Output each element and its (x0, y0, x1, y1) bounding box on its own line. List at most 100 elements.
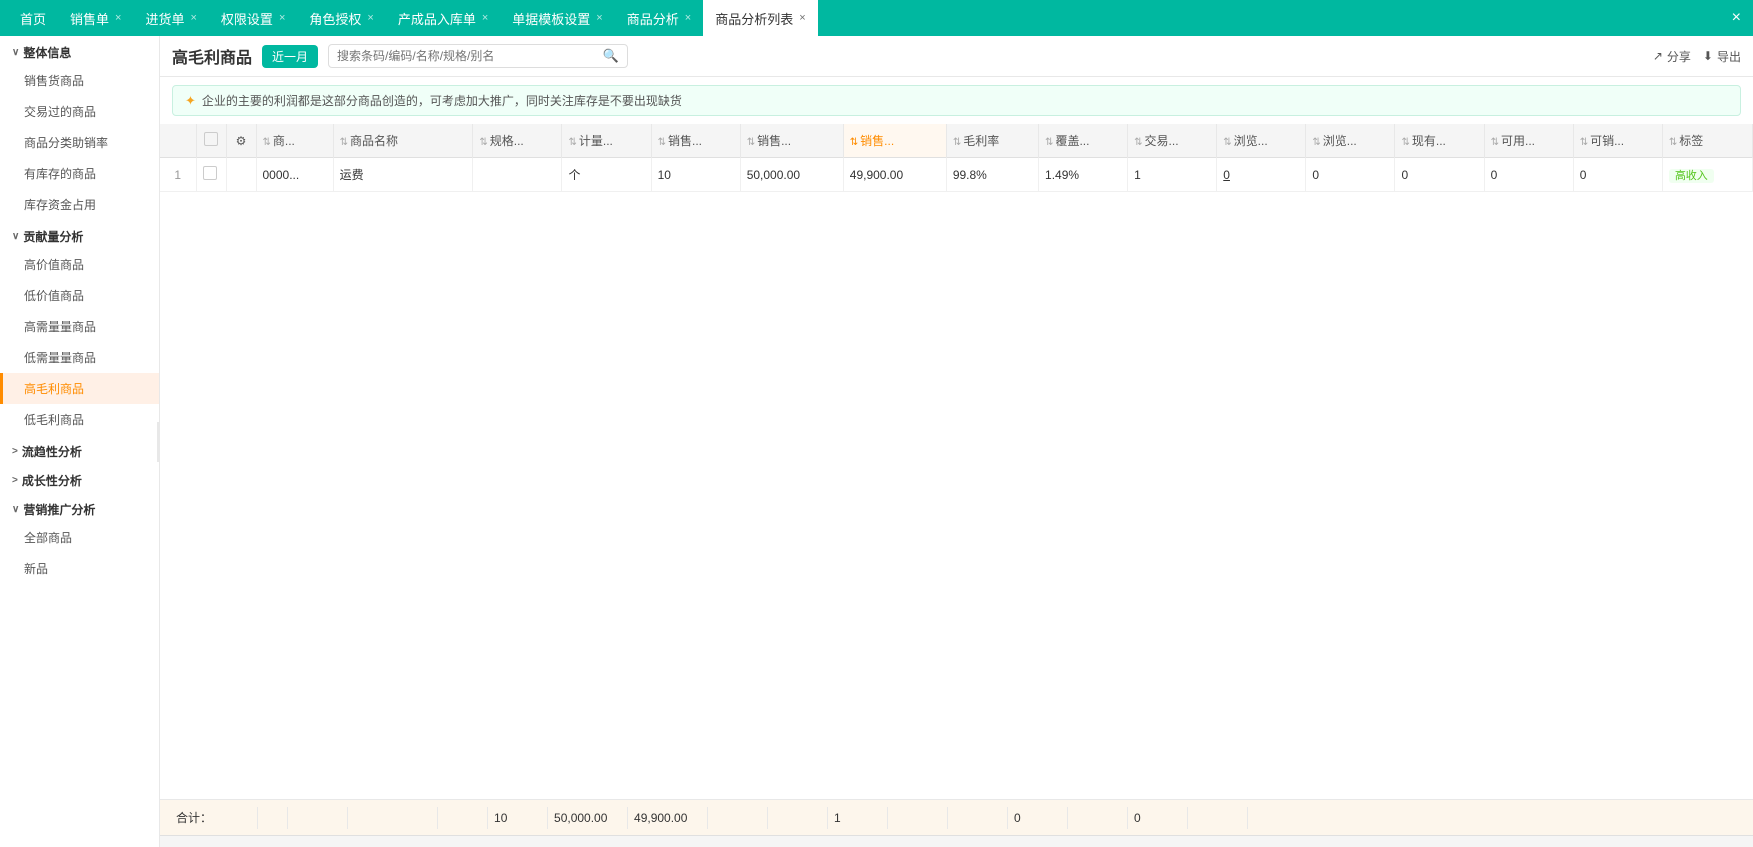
close-tab-products[interactable]: × (482, 12, 488, 24)
sidebar-group-growth-analysis[interactable]: >成长性分析 (0, 464, 159, 493)
cell-spec (473, 158, 562, 192)
cell-code: 0000... (256, 158, 333, 192)
sidebar-item-low-value[interactable]: 低价值商品 (0, 280, 159, 311)
content-header: 高毛利商品 近一月 🔍 ↗ 分享 ⬇ 导出 (160, 36, 1753, 77)
search-input[interactable] (337, 49, 603, 63)
footer-label: 合计： (160, 809, 228, 826)
col-saleable[interactable]: ⇅可销... (1573, 124, 1662, 158)
cell-tag: 高收入 (1662, 158, 1752, 192)
col-name[interactable]: ⇅商品名称 (333, 124, 473, 158)
search-icon[interactable]: 🔍 (603, 48, 619, 64)
cell-checkbox (196, 158, 226, 192)
main-layout: « ∨整体信息销售货商品交易过的商品商品分类助销率有库存的商品库存资金占用∨贡献… (0, 36, 1753, 847)
data-table-container: ⚙ ⇅商... ⇅商品名称 ⇅规格... ⇅计量... ⇅销售... ⇅销售..… (160, 124, 1753, 799)
close-tab-sales[interactable]: × (115, 12, 121, 24)
col-num (160, 124, 196, 158)
info-icon: ✦ (185, 93, 196, 109)
sidebar-item-high-demand[interactable]: 高需量量商品 (0, 311, 159, 342)
close-tab-analysis[interactable]: × (685, 12, 691, 24)
cell-sales-amount: 50,000.00 (740, 158, 843, 192)
col-tag[interactable]: ⇅标签 (1662, 124, 1752, 158)
close-tab-analysis-list[interactable]: × (799, 12, 805, 24)
cell-current-stock: 0 (1395, 158, 1484, 192)
nav-item-sales[interactable]: 销售单× (58, 0, 133, 36)
sidebar-item-high-margin[interactable]: 高毛利商品 (0, 373, 159, 404)
cell-sales-profit: 49,900.00 (843, 158, 946, 192)
sidebar-item-traded-goods[interactable]: 交易过的商品 (0, 96, 159, 127)
sidebar-item-all-goods[interactable]: 全部商品 (0, 522, 159, 553)
info-message: 企业的主要的利润都是这部分商品创造的，可考虑加大推广，同时关注库存是不要出现缺货 (202, 92, 682, 109)
sidebar-item-sales-goods[interactable]: 销售货商品 (0, 65, 159, 96)
export-button[interactable]: ⬇ 导出 (1703, 48, 1741, 65)
info-bar: ✦ 企业的主要的利润都是这部分商品创造的，可考虑加大推广，同时关注库存是不要出现… (172, 85, 1741, 116)
col-coverage[interactable]: ⇅覆盖... (1039, 124, 1128, 158)
col-sales-qty[interactable]: ⇅销售... (651, 124, 740, 158)
sidebar: « ∨整体信息销售货商品交易过的商品商品分类助销率有库存的商品库存资金占用∨贡献… (0, 36, 160, 847)
export-icon: ⬇ (1703, 49, 1713, 63)
sidebar-item-low-demand[interactable]: 低需量量商品 (0, 342, 159, 373)
nav-item-permissions[interactable]: 权限设置× (209, 0, 297, 36)
cell-num: 1 (160, 158, 196, 192)
close-tab-template[interactable]: × (596, 12, 602, 24)
footer-current-stock: 0 (1008, 807, 1068, 829)
top-navigation: 首页销售单×进货单×权限设置×角色授权×产成品入库单×单据模板设置×商品分析×商… (0, 0, 1753, 36)
cell-trade: 1 (1128, 158, 1217, 192)
footer-sales-profit: 49,900.00 (628, 807, 708, 829)
nav-item-home[interactable]: 首页 (8, 0, 58, 36)
close-all-tabs-button[interactable]: × (1728, 5, 1745, 31)
nav-item-purchase[interactable]: 进货单× (133, 0, 208, 36)
col-current-stock[interactable]: ⇅现有... (1395, 124, 1484, 158)
search-box: 🔍 (328, 44, 628, 68)
col-spec[interactable]: ⇅规格... (473, 124, 562, 158)
footer-total: 合计： 10 50,000.00 49,900.00 1 0 0 (160, 799, 1753, 835)
col-available[interactable]: ⇅可用... (1484, 124, 1573, 158)
footer-cells: 10 50,000.00 49,900.00 1 0 0 (228, 807, 1753, 829)
content-area: 高毛利商品 近一月 🔍 ↗ 分享 ⬇ 导出 ✦ 企业的主要的利润都是这部分商品创… (160, 36, 1753, 847)
close-tab-permissions[interactable]: × (279, 12, 285, 24)
nav-item-template[interactable]: 单据模板设置× (500, 0, 614, 36)
footer-saleable: 0 (1128, 807, 1188, 829)
cell-coverage: 1.49% (1039, 158, 1128, 192)
sidebar-group-wealth-analysis[interactable]: ∨贡献量分析 (0, 220, 159, 249)
cell-unit: 个 (562, 158, 651, 192)
sidebar-item-goods-assist[interactable]: 商品分类助销率 (0, 127, 159, 158)
col-trade[interactable]: ⇅交易... (1128, 124, 1217, 158)
nav-item-products[interactable]: 产成品入库单× (386, 0, 500, 36)
footer-sales-amount: 50,000.00 (548, 807, 628, 829)
sidebar-item-high-value[interactable]: 高价值商品 (0, 249, 159, 280)
col-settings[interactable]: ⚙ (226, 124, 256, 158)
footer-trade: 1 (828, 807, 888, 829)
header-actions: ↗ 分享 ⬇ 导出 (1653, 48, 1741, 65)
horizontal-scrollbar[interactable] (160, 835, 1753, 847)
sidebar-group-trend-analysis[interactable]: >流趋性分析 (0, 435, 159, 464)
share-button[interactable]: ↗ 分享 (1653, 48, 1691, 65)
sidebar-item-low-margin[interactable]: 低毛利商品 (0, 404, 159, 435)
sidebar-group-overview[interactable]: ∨整体信息 (0, 36, 159, 65)
nav-item-roles[interactable]: 角色授权× (297, 0, 385, 36)
cell-browse2: 0 (1306, 158, 1395, 192)
col-code[interactable]: ⇅商... (256, 124, 333, 158)
col-browse2[interactable]: ⇅浏览... (1306, 124, 1395, 158)
close-tab-roles[interactable]: × (367, 12, 373, 24)
cell-saleable: 0 (1573, 158, 1662, 192)
col-browse1[interactable]: ⇅浏览... (1217, 124, 1306, 158)
col-checkbox[interactable] (196, 124, 226, 158)
nav-item-analysis-list[interactable]: 商品分析列表× (703, 0, 817, 36)
page-title: 高毛利商品 (172, 44, 252, 68)
col-margin-rate[interactable]: ⇅毛利率 (946, 124, 1038, 158)
cell-available: 0 (1484, 158, 1573, 192)
col-sales-profit[interactable]: ⇅销售... (843, 124, 946, 158)
sidebar-item-stocked-goods[interactable]: 有库存的商品 (0, 158, 159, 189)
cell-actions (226, 158, 256, 192)
data-table: ⚙ ⇅商... ⇅商品名称 ⇅规格... ⇅计量... ⇅销售... ⇅销售..… (160, 124, 1753, 192)
col-sales-amount[interactable]: ⇅销售... (740, 124, 843, 158)
sidebar-item-stock-occupy[interactable]: 库存资金占用 (0, 189, 159, 220)
nav-item-analysis[interactable]: 商品分析× (615, 0, 703, 36)
share-icon: ↗ (1653, 49, 1663, 63)
sidebar-group-marketing-analysis[interactable]: ∨营销推广分析 (0, 493, 159, 522)
sidebar-collapse-button[interactable]: « (157, 422, 160, 462)
time-filter-button[interactable]: 近一月 (262, 45, 318, 68)
close-tab-purchase[interactable]: × (190, 12, 196, 24)
col-unit[interactable]: ⇅计量... (562, 124, 651, 158)
sidebar-item-new-goods[interactable]: 新品 (0, 553, 159, 584)
